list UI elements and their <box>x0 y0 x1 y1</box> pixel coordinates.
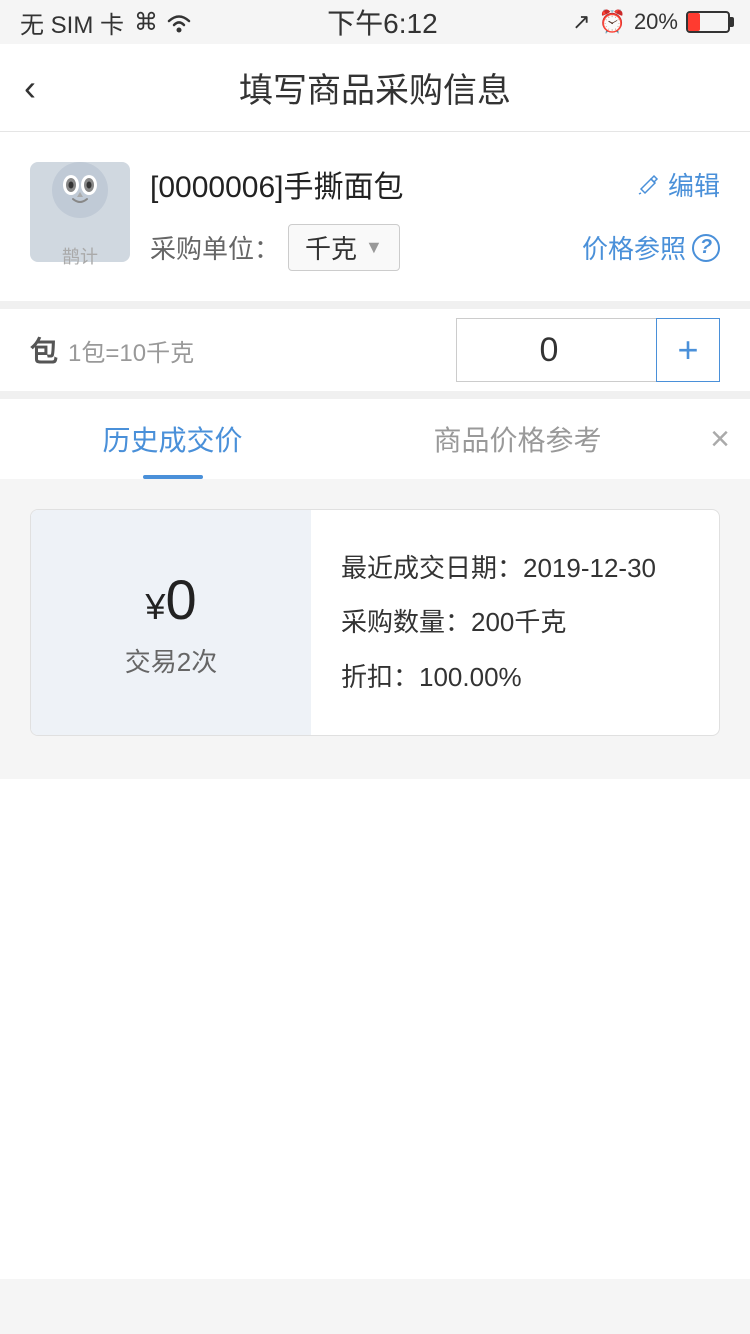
product-info: [0000006]手撕面包 编辑 采购单位： 千克 ▼ <box>150 162 720 271</box>
unit-value: 千克 <box>305 229 357 266</box>
product-logo <box>45 155 115 243</box>
tab-close-button[interactable]: × <box>690 399 750 479</box>
unit-dropdown[interactable]: 千克 ▼ <box>288 224 400 271</box>
recent-date-value: 2019-12-30 <box>523 553 656 583</box>
recent-date-row: 最近成交日期：2019-12-30 <box>341 550 689 586</box>
unit-label-group: 采购单位： 千克 ▼ <box>150 224 400 271</box>
dropdown-arrow-icon: ▼ <box>365 237 383 258</box>
sim-status: 无 SIM 卡 <box>20 5 124 40</box>
quantity-unit-ratio: 1包=10千克 <box>68 333 194 368</box>
purchase-qty-row: 采购数量：200千克 <box>341 604 689 640</box>
history-card-left: ¥0 交易2次 <box>31 510 311 735</box>
page-title: 填写商品采购信息 <box>239 63 511 112</box>
battery-icon <box>686 11 730 33</box>
info-icon: ? <box>692 234 720 262</box>
product-top-row: 鹊计 [0000006]手撕面包 编辑 采购单位： <box>30 162 720 271</box>
price-ref-label: 价格参照 <box>582 229 686 266</box>
product-card: 鹊计 [0000006]手撕面包 编辑 采购单位： <box>0 132 750 301</box>
wifi-icon: ⌘ <box>134 8 193 37</box>
location-icon: ↗ <box>572 9 590 35</box>
alarm-icon: ⏰ <box>599 9 626 35</box>
tabs-bar: 历史成交价 商品价格参考 × <box>0 391 750 479</box>
page-header: ‹ 填写商品采购信息 <box>0 44 750 132</box>
recent-date-label: 最近成交日期： <box>341 553 523 583</box>
remaining-area <box>0 779 750 1279</box>
product-name: [0000006]手撕面包 <box>150 162 403 206</box>
price-ref-button[interactable]: 价格参照 ? <box>582 229 720 266</box>
edit-button[interactable]: 编辑 <box>638 166 720 203</box>
quantity-input[interactable] <box>456 318 656 382</box>
history-card-right: 最近成交日期：2019-12-30 采购数量：200千克 折扣：100.00% <box>311 510 719 735</box>
quantity-plus-button[interactable]: + <box>656 318 720 382</box>
quantity-section: 包 1包=10千克 + <box>0 301 750 391</box>
trade-count: 交易2次 <box>125 642 217 679</box>
status-time: 下午6:12 <box>327 2 438 42</box>
history-card: ¥0 交易2次 最近成交日期：2019-12-30 采购数量：200千克 折扣：… <box>30 509 720 736</box>
product-image: 鹊计 <box>30 162 130 262</box>
back-button[interactable]: ‹ <box>24 67 36 109</box>
purchase-qty-value: 200千克 <box>471 607 566 637</box>
history-panel: ¥0 交易2次 最近成交日期：2019-12-30 采购数量：200千克 折扣：… <box>0 479 750 779</box>
purchase-qty-label: 采购数量： <box>341 607 471 637</box>
history-price: ¥0 <box>145 567 196 632</box>
quantity-input-group: + <box>456 318 720 382</box>
discount-value: 100.00% <box>419 662 522 692</box>
battery-percent: 20% <box>634 9 678 35</box>
product-logo-text: 鹊计 <box>45 243 115 269</box>
tab-history-price[interactable]: 历史成交价 <box>0 399 345 479</box>
unit-label: 采购单位： <box>150 229 280 266</box>
price-symbol: ¥ <box>145 586 165 627</box>
discount-row: 折扣：100.00% <box>341 659 689 695</box>
status-right: ↗ ⏰ 20% <box>572 9 730 35</box>
product-unit-row: 采购单位： 千克 ▼ 价格参照 ? <box>150 224 720 271</box>
status-bar: 无 SIM 卡 ⌘ 下午6:12 ↗ ⏰ 20% <box>0 0 750 44</box>
quantity-unit-badge: 包 <box>30 330 58 370</box>
status-left: 无 SIM 卡 ⌘ <box>20 5 193 40</box>
discount-label: 折扣： <box>341 662 419 692</box>
tab-underline <box>143 475 203 479</box>
product-name-row: [0000006]手撕面包 编辑 <box>150 162 720 206</box>
price-value: 0 <box>165 568 196 631</box>
tab-price-ref[interactable]: 商品价格参考 <box>345 399 690 479</box>
quantity-label-group: 包 1包=10千克 <box>30 330 194 370</box>
